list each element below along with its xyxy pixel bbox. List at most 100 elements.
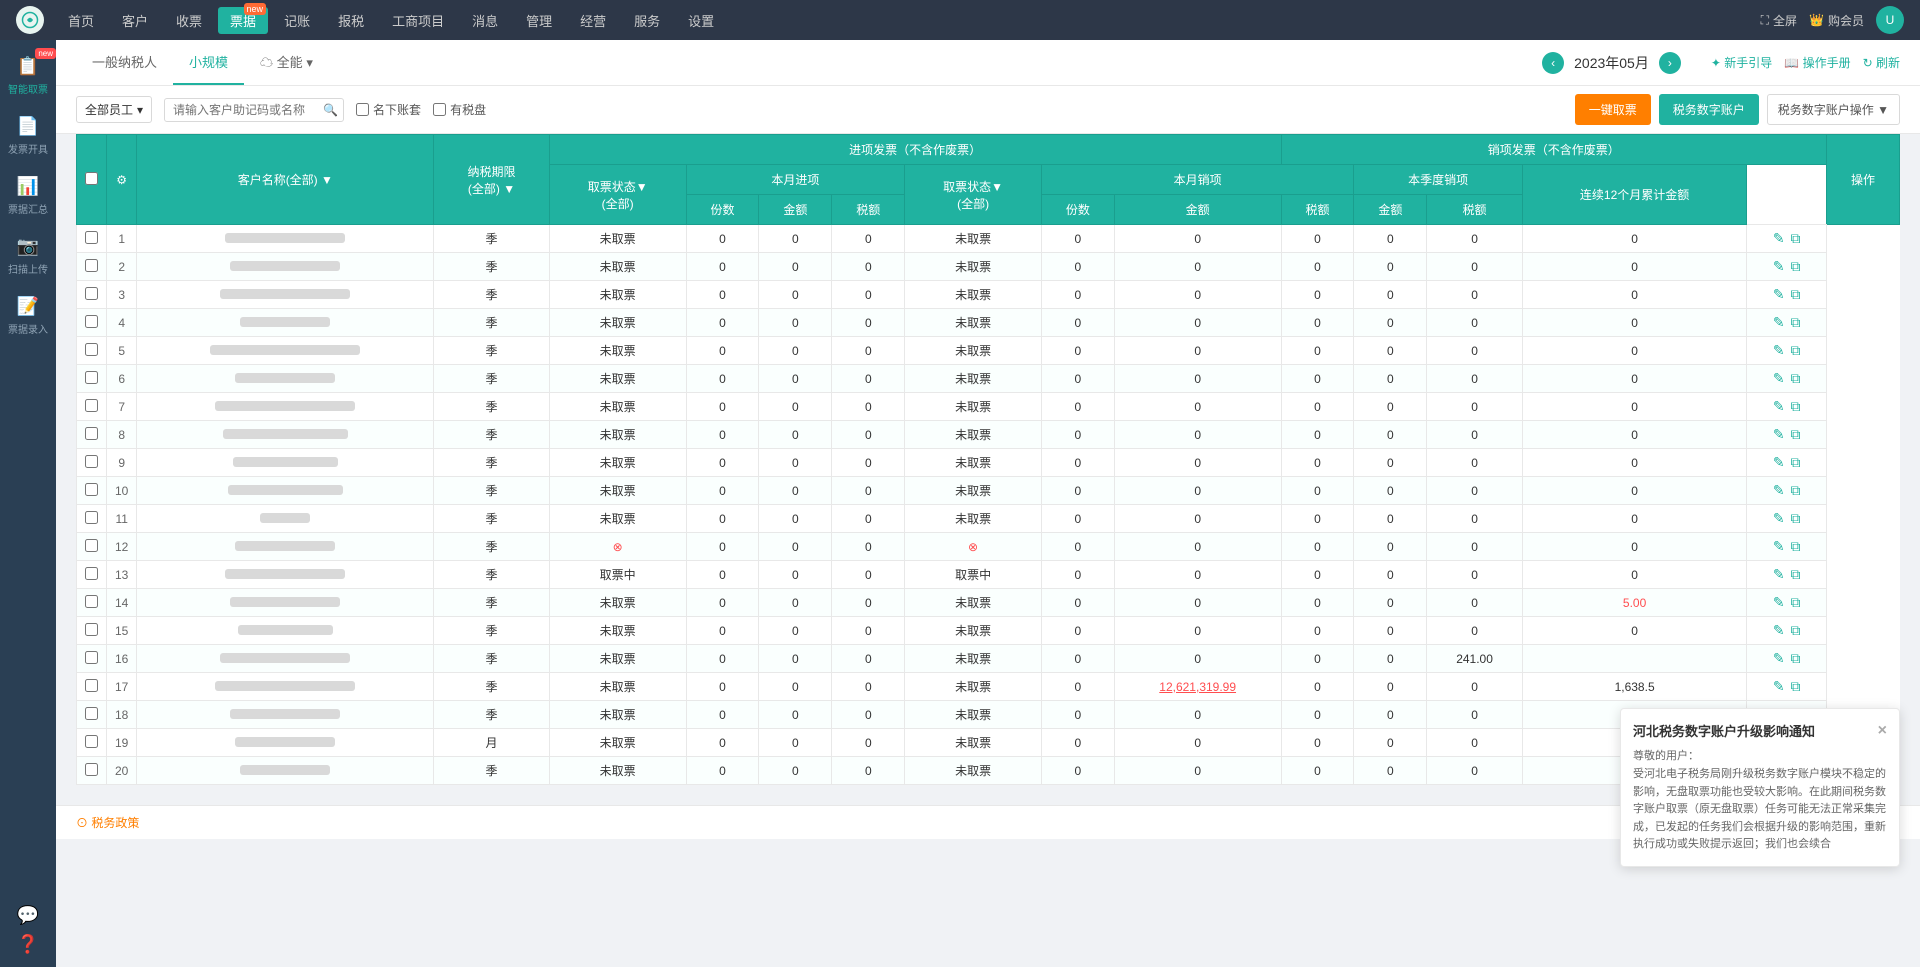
edit-icon[interactable]: ✎ [1773,510,1785,527]
check-youshuipan[interactable] [433,103,446,116]
edit-icon[interactable]: ✎ [1773,314,1785,331]
row-checkbox[interactable] [85,763,98,776]
edit-icon[interactable]: ✎ [1773,650,1785,667]
copy-icon[interactable]: ⧉ [1791,482,1801,499]
copy-icon[interactable]: ⧉ [1791,650,1801,667]
customer-search-input[interactable] [164,98,344,122]
copy-icon[interactable]: ⧉ [1791,622,1801,639]
check-youshuipan-label[interactable]: 有税盘 [433,101,486,118]
nav-customer[interactable]: 客户 [110,7,160,34]
copy-icon[interactable]: ⧉ [1791,594,1801,611]
copy-icon[interactable]: ⧉ [1791,454,1801,471]
edit-icon[interactable]: ✎ [1773,566,1785,583]
nav-receive[interactable]: 收票 [164,7,214,34]
nav-accounting[interactable]: 记账 [272,7,322,34]
row-checkbox[interactable] [85,651,98,664]
sidebar-item-扫描上传[interactable]: 📷 扫描上传 [0,228,56,284]
edit-icon[interactable]: ✎ [1773,426,1785,443]
nav-manage[interactable]: 管理 [514,7,564,34]
tax-policy-link[interactable]: ⊙ 税务政策 [76,814,139,831]
copy-icon[interactable]: ⧉ [1791,538,1801,555]
nav-service[interactable]: 服务 [622,7,672,34]
row-checkbox[interactable] [85,511,98,524]
shuiwu-action-btn[interactable]: 税务数字账户操作 ▼ [1767,94,1900,125]
message-bottom-icon[interactable]: 💬 [17,905,39,926]
fullscreen-btn[interactable]: ⛶ 全屏 [1761,12,1797,29]
row-checkbox[interactable] [85,315,98,328]
edit-icon[interactable]: ✎ [1773,398,1785,415]
col-quarter-sales: 本季度销项 [1354,165,1522,195]
edit-icon[interactable]: ✎ [1773,678,1785,695]
row-checkbox[interactable] [85,539,98,552]
copy-icon[interactable]: ⧉ [1791,286,1801,303]
nav-home[interactable]: 首页 [56,7,106,34]
copy-icon[interactable]: ⧉ [1791,678,1801,695]
employee-select[interactable]: 全部员工 ▾ [76,96,152,123]
user-avatar[interactable]: U [1876,6,1904,34]
row-checkbox[interactable] [85,455,98,468]
nav-invoice[interactable]: 票据 new [218,7,268,34]
help-bottom-icon[interactable]: ❓ [17,934,39,955]
copy-icon[interactable]: ⧉ [1791,314,1801,331]
nav-tax[interactable]: 报税 [326,7,376,34]
row-checkbox[interactable] [85,679,98,692]
edit-icon[interactable]: ✎ [1773,286,1785,303]
prev-month-btn[interactable]: ‹ [1542,52,1564,74]
tab-一般纳税人[interactable]: 一般纳税人 [76,40,173,85]
notif-close-btn[interactable]: × [1878,722,1887,740]
nav-business[interactable]: 工商项目 [380,7,456,34]
edit-icon[interactable]: ✎ [1773,230,1785,247]
edit-icon[interactable]: ✎ [1773,342,1785,359]
guide-link[interactable]: ✦ 新手引导 [1711,54,1772,71]
settings-col-icon[interactable]: ⚙ [116,173,127,187]
copy-icon[interactable]: ⧉ [1791,230,1801,247]
nav-settings[interactable]: 设置 [676,7,726,34]
edit-icon[interactable]: ✎ [1773,538,1785,555]
tab-小规模[interactable]: 小规模 [173,40,244,85]
copy-icon[interactable]: ⧉ [1791,426,1801,443]
search-icon[interactable]: 🔍 [323,103,338,117]
copy-icon[interactable]: ⧉ [1791,398,1801,415]
row-out-status: 未取票 [905,645,1042,673]
manual-link[interactable]: 📖 操作手册 [1784,54,1850,71]
row-checkbox[interactable] [85,483,98,496]
edit-icon[interactable]: ✎ [1773,622,1785,639]
row-checkbox[interactable] [85,371,98,384]
copy-icon[interactable]: ⧉ [1791,510,1801,527]
refresh-link[interactable]: ↻ 刷新 [1863,54,1900,71]
check-xiamingxi[interactable] [356,103,369,116]
row-checkbox[interactable] [85,735,98,748]
copy-icon[interactable]: ⧉ [1791,566,1801,583]
row-checkbox[interactable] [85,595,98,608]
select-all-checkbox[interactable] [85,172,98,185]
next-month-btn[interactable]: › [1659,52,1681,74]
edit-icon[interactable]: ✎ [1773,258,1785,275]
row-checkbox[interactable] [85,427,98,440]
copy-icon[interactable]: ⧉ [1791,258,1801,275]
check-xiamingxi-label[interactable]: 名下账套 [356,101,421,118]
sidebar-item-票据录入[interactable]: 📝 票据录入 [0,288,56,344]
sidebar-item-票据汇总[interactable]: 📊 票据汇总 [0,168,56,224]
row-checkbox[interactable] [85,287,98,300]
row-checkbox[interactable] [85,567,98,580]
edit-icon[interactable]: ✎ [1773,454,1785,471]
tab-全能[interactable]: ☁ 全能 ▾ [244,40,329,85]
row-checkbox[interactable] [85,259,98,272]
row-checkbox[interactable] [85,231,98,244]
copy-icon[interactable]: ⧉ [1791,370,1801,387]
row-checkbox[interactable] [85,623,98,636]
row-checkbox[interactable] [85,707,98,720]
edit-icon[interactable]: ✎ [1773,370,1785,387]
table-row: 14 季 未取票 0 0 0 未取票 0 0 0 0 0 5.00 ✎ ⧉ [77,589,1900,617]
shuiwu-zhanghu-btn[interactable]: 税务数字账户 [1659,94,1759,125]
edit-icon[interactable]: ✎ [1773,594,1785,611]
row-checkbox[interactable] [85,399,98,412]
row-checkbox[interactable] [85,343,98,356]
copy-icon[interactable]: ⧉ [1791,342,1801,359]
nav-message[interactable]: 消息 [460,7,510,34]
edit-icon[interactable]: ✎ [1773,482,1785,499]
nav-operation[interactable]: 经营 [568,7,618,34]
member-btn[interactable]: 👑 购会员 [1809,12,1864,29]
sidebar-item-发票开具[interactable]: 📄 发票开具 [0,108,56,164]
yijian-qupiao-btn[interactable]: 一键取票 [1575,94,1651,125]
